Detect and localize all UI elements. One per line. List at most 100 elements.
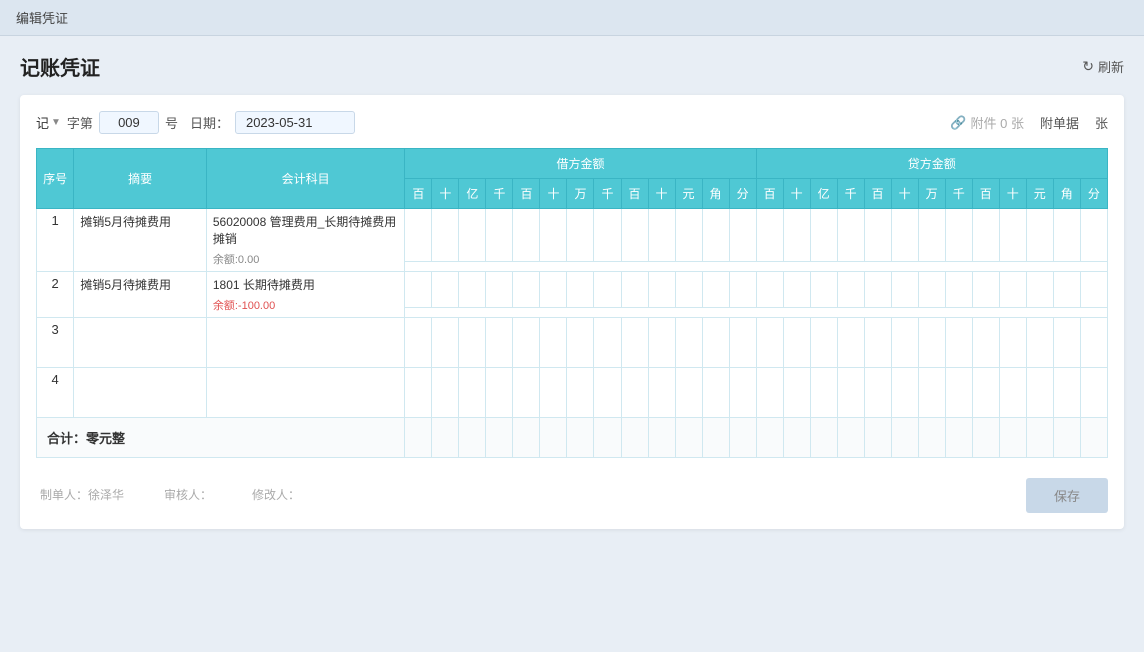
row-summary-3[interactable] (74, 318, 207, 368)
credit-digit-4: 百 (864, 179, 891, 209)
attach-text: 附件 0 张 (971, 113, 1024, 132)
attach-link[interactable]: 🔗 附件 0 张 (950, 113, 1024, 132)
credit-12-r2 (1080, 272, 1107, 308)
debit-5-r1 (540, 209, 567, 262)
credit-7-r4 (945, 368, 972, 418)
debit-10-r1 (675, 209, 702, 262)
debit-4-r2 (513, 272, 540, 308)
meta-right: 🔗 附件 0 张 附单据 张 (950, 113, 1108, 132)
credit-12-r3 (1080, 318, 1107, 368)
debit-digit-12: 分 (729, 179, 756, 209)
debit-2-r3 (459, 318, 486, 368)
debit-8-r1 (621, 209, 648, 262)
debit-digit-0: 百 (405, 179, 432, 209)
debit-7-r4 (594, 368, 621, 418)
debit-digit-6: 万 (567, 179, 594, 209)
credit-7-r2 (945, 272, 972, 308)
credit-0-r3 (756, 318, 783, 368)
debit-digit-7: 千 (594, 179, 621, 209)
total-debit-12 (729, 418, 756, 458)
debit-8-r2 (621, 272, 648, 308)
voucher-table-wrapper: 序号 摘要 会计科目 借方金额 贷方金额 百 十 亿 千 百 十 (36, 148, 1108, 458)
credit-digit-2: 亿 (810, 179, 837, 209)
date-input[interactable] (235, 111, 355, 134)
table-row: 4 (37, 368, 1108, 418)
debit-5-r4 (540, 368, 567, 418)
debit-digit-11: 角 (702, 179, 729, 209)
credit-1-r2 (783, 272, 810, 308)
debit-digit-5: 十 (540, 179, 567, 209)
debit-0-r3 (405, 318, 432, 368)
debit-digit-10: 元 (675, 179, 702, 209)
debit-11-r1 (702, 209, 729, 262)
total-credit-1 (783, 418, 810, 458)
debit-7-r1 (594, 209, 621, 262)
credit-10-r1 (1026, 209, 1053, 262)
debit-12-r2 (729, 272, 756, 308)
debit-digit-8: 百 (621, 179, 648, 209)
debit-9-r4 (648, 368, 675, 418)
debit-digit-9: 十 (648, 179, 675, 209)
total-credit-5 (891, 418, 918, 458)
total-credit-8 (972, 418, 999, 458)
credit-8-r2 (972, 272, 999, 308)
debit-3-r3 (486, 318, 513, 368)
debit-11-r2 (702, 272, 729, 308)
save-button[interactable]: 保存 (1026, 478, 1108, 513)
credit-11-r2 (1053, 272, 1080, 308)
table-row: 1 摊销5月待摊费用 56020008 管理费用_长期待摊费用摊销 余额:0.0… (37, 209, 1108, 262)
refresh-button[interactable]: ↻ 刷新 (1082, 57, 1124, 76)
debit-9-r1 (648, 209, 675, 262)
credit-digit-8: 百 (972, 179, 999, 209)
credit-0-r2 (756, 272, 783, 308)
total-debit-4 (513, 418, 540, 458)
footer-info: 制单人：徐泽华 审核人： 修改人： (36, 476, 304, 507)
th-account: 会计科目 (206, 149, 405, 209)
total-debit-3 (486, 418, 513, 458)
credit-digit-6: 万 (918, 179, 945, 209)
type-dropdown[interactable]: 记 ▼ (36, 113, 61, 132)
page-title: 记账凭证 (20, 52, 100, 81)
debit-11-r4 (702, 368, 729, 418)
debit-digit-3: 千 (486, 179, 513, 209)
attach-single-btn[interactable]: 附单据 (1040, 113, 1079, 132)
debit-12-r1 (729, 209, 756, 262)
row-summary-4[interactable] (74, 368, 207, 418)
total-credit-3 (837, 418, 864, 458)
credit-0-r1 (756, 209, 783, 262)
credit-digit-5: 十 (891, 179, 918, 209)
debit-1-r2 (432, 272, 459, 308)
credit-5-r1 (891, 209, 918, 262)
debit-4-r3 (513, 318, 540, 368)
total-credit-9 (999, 418, 1026, 458)
voucher-number-input[interactable] (99, 111, 159, 134)
row-summary-2[interactable]: 摊销5月待摊费用 (74, 272, 207, 318)
row-account-3[interactable] (206, 318, 405, 368)
debit-digit-2: 亿 (459, 179, 486, 209)
refresh-icon: ↻ (1082, 58, 1094, 75)
credit-8-r1 (972, 209, 999, 262)
total-credit-2 (810, 418, 837, 458)
credit-7-r3 (945, 318, 972, 368)
debit-6-r2 (567, 272, 594, 308)
th-credit: 贷方金额 (756, 149, 1107, 179)
credit-6-r2 (918, 272, 945, 308)
row-seq-2: 2 (37, 272, 74, 318)
row-seq-1: 1 (37, 209, 74, 272)
debit-12-r3 (729, 318, 756, 368)
total-debit-11 (702, 418, 729, 458)
row-account-1[interactable]: 56020008 管理费用_长期待摊费用摊销 余额:0.00 (206, 209, 405, 272)
refresh-label: 刷新 (1098, 57, 1124, 76)
credit-digit-11: 角 (1053, 179, 1080, 209)
debit-digit-4: 百 (513, 179, 540, 209)
row-account-4[interactable] (206, 368, 405, 418)
row-summary-1[interactable]: 摊销5月待摊费用 (74, 209, 207, 272)
debit-0-r4 (405, 368, 432, 418)
debit-6-r3 (567, 318, 594, 368)
debit-12-r4 (729, 368, 756, 418)
row-account-2[interactable]: 1801 长期待摊费用 余额:-100.00 (206, 272, 405, 318)
credit-6-r4 (918, 368, 945, 418)
credit-digit-1: 十 (783, 179, 810, 209)
credit-5-r3 (891, 318, 918, 368)
debit-8-r3 (621, 318, 648, 368)
